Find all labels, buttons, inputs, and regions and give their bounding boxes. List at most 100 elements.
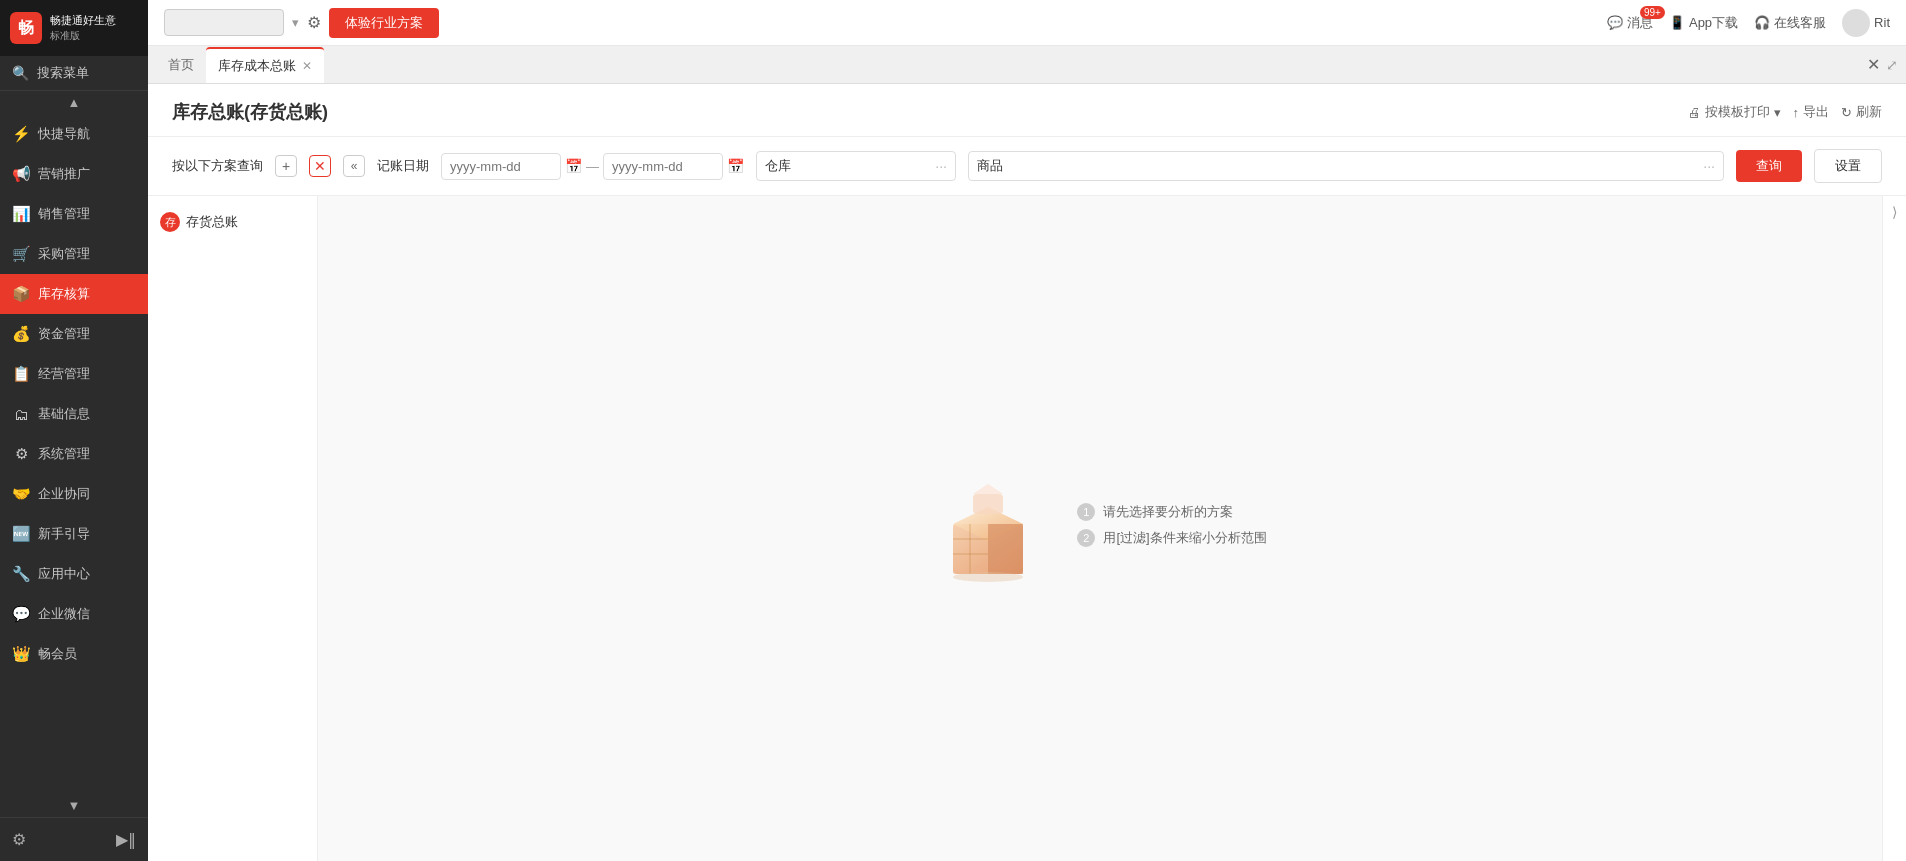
message-icon: 💬 bbox=[1607, 15, 1623, 30]
sidebar-item-label: 快捷导航 bbox=[38, 125, 90, 143]
sidebar-item-sales[interactable]: 📊 销售管理 bbox=[0, 194, 148, 234]
page-title: 库存总账(存货总账) bbox=[172, 100, 328, 124]
quick-nav-icon: ⚡ bbox=[12, 125, 30, 143]
tip-num-2: 2 bbox=[1077, 529, 1095, 547]
sidebar-item-guide[interactable]: 🆕 新手引导 bbox=[0, 514, 148, 554]
calendar-start-icon[interactable]: 📅 bbox=[565, 158, 582, 174]
sidebar-item-apps[interactable]: 🔧 应用中心 bbox=[0, 554, 148, 594]
print-chevron-icon: ▾ bbox=[1774, 105, 1781, 120]
svg-rect-7 bbox=[973, 494, 1003, 514]
phone-icon: 📱 bbox=[1669, 15, 1685, 30]
online-service-label: 在线客服 bbox=[1774, 14, 1826, 32]
sidebar-item-finance[interactable]: 💰 资金管理 bbox=[0, 314, 148, 354]
goods-selector[interactable]: 商品 ··· bbox=[968, 151, 1724, 181]
panel-close-icon[interactable]: ✕ bbox=[1867, 55, 1880, 74]
sidebar-item-quick-nav[interactable]: ⚡ 快捷导航 bbox=[0, 114, 148, 154]
app-download-button[interactable]: 📱 App下载 bbox=[1669, 14, 1738, 32]
sidebar-item-system[interactable]: ⚙ 系统管理 bbox=[0, 434, 148, 474]
industry-solution-button[interactable]: 体验行业方案 bbox=[329, 8, 439, 38]
date-label: 记账日期 bbox=[377, 157, 429, 175]
app-download-label: App下载 bbox=[1689, 14, 1738, 32]
breadcrumb-chevron-icon[interactable]: ▾ bbox=[292, 15, 299, 30]
apps-icon: 🔧 bbox=[12, 565, 30, 583]
scroll-up-btn[interactable]: ▲ bbox=[0, 91, 148, 114]
app-logo: 畅 畅捷通好生意 标准版 bbox=[0, 0, 148, 56]
date-range-input: 📅 — 📅 bbox=[441, 153, 744, 180]
tip-num-1: 1 bbox=[1077, 503, 1095, 521]
date-start-input[interactable] bbox=[441, 153, 561, 180]
search-icon: 🔍 bbox=[12, 65, 29, 81]
breadcrumb-input[interactable] bbox=[164, 9, 284, 36]
refresh-button[interactable]: ↻ 刷新 bbox=[1841, 103, 1882, 121]
tab-inventory-cost[interactable]: 库存成本总账 ✕ bbox=[206, 47, 324, 83]
sidebar-item-label: 营销推广 bbox=[38, 165, 90, 183]
calendar-end-icon[interactable]: 📅 bbox=[727, 158, 744, 174]
settings-button[interactable]: 设置 bbox=[1814, 149, 1882, 183]
tab-close-icon[interactable]: ✕ bbox=[302, 59, 312, 73]
export-button[interactable]: ↑ 导出 bbox=[1793, 103, 1830, 121]
enterprise-icon: 🤝 bbox=[12, 485, 30, 503]
goods-label: 商品 bbox=[977, 157, 1003, 175]
empty-state: 1 请先选择要分析的方案 2 用[过滤]条件来缩小分析范围 bbox=[318, 196, 1882, 861]
system-icon: ⚙ bbox=[12, 445, 30, 463]
settings-footer-icon[interactable]: ⚙ bbox=[12, 830, 26, 849]
scheme-icon: 存 bbox=[160, 212, 180, 232]
sidebar-item-enterprise[interactable]: 🤝 企业协同 bbox=[0, 474, 148, 514]
message-badge: 99+ bbox=[1640, 6, 1665, 19]
sidebar-nav: ⚡ 快捷导航 📢 营销推广 📊 销售管理 🛒 采购管理 📦 库存核算 💰 资金管… bbox=[0, 114, 148, 794]
empty-illustration bbox=[933, 469, 1053, 589]
sidebar-item-basic[interactable]: 🗂 基础信息 bbox=[0, 394, 148, 434]
goods-more-icon[interactable]: ··· bbox=[1703, 158, 1715, 174]
tip-text-2: 用[过滤]条件来缩小分析范围 bbox=[1103, 529, 1266, 547]
sidebar-item-label: 采购管理 bbox=[38, 245, 90, 263]
page-header: 库存总账(存货总账) 🖨 按模板打印 ▾ ↑ 导出 ↻ 刷新 bbox=[148, 84, 1906, 137]
svg-rect-2 bbox=[988, 524, 1023, 574]
messages-button[interactable]: 💬 消息 99+ bbox=[1607, 14, 1653, 32]
sidebar-item-inventory[interactable]: 📦 库存核算 bbox=[0, 274, 148, 314]
sidebar-item-label: 资金管理 bbox=[38, 325, 90, 343]
app-title: 畅捷通好生意 bbox=[50, 13, 116, 28]
filter-add-button[interactable]: + bbox=[275, 155, 297, 177]
right-panel-icon[interactable]: ⟩ bbox=[1892, 204, 1897, 220]
sidebar-item-label: 应用中心 bbox=[38, 565, 90, 583]
avatar bbox=[1842, 9, 1870, 37]
sidebar-item-operation[interactable]: 📋 经营管理 bbox=[0, 354, 148, 394]
filter-label: 按以下方案查询 bbox=[172, 157, 263, 175]
scheme-icon-text: 存 bbox=[165, 215, 176, 230]
scroll-down-btn[interactable]: ▼ bbox=[0, 794, 148, 817]
panel-expand-icon[interactable]: ⤢ bbox=[1886, 57, 1898, 73]
print-icon: 🖨 bbox=[1688, 105, 1701, 120]
username-label: Rit bbox=[1874, 15, 1890, 30]
search-menu[interactable]: 🔍 搜索菜单 bbox=[0, 56, 148, 91]
date-end-input[interactable] bbox=[603, 153, 723, 180]
tip-text-1: 请先选择要分析的方案 bbox=[1103, 503, 1233, 521]
sidebar-item-wechat[interactable]: 💬 企业微信 bbox=[0, 594, 148, 634]
filter-bar: 按以下方案查询 + ✕ « 记账日期 📅 — 📅 仓库 ··· bbox=[148, 137, 1906, 196]
query-button[interactable]: 查询 bbox=[1736, 150, 1802, 182]
user-menu[interactable]: Rit bbox=[1842, 9, 1890, 37]
scheme-item-stock-general[interactable]: 存 存货总账 bbox=[148, 204, 317, 240]
header-settings-button[interactable]: ⚙ bbox=[307, 13, 321, 32]
scheme-label: 存货总账 bbox=[186, 213, 238, 231]
basic-icon: 🗂 bbox=[12, 406, 30, 423]
tab-home[interactable]: 首页 bbox=[156, 48, 206, 82]
svg-point-6 bbox=[953, 572, 1023, 582]
sidebar-item-marketing[interactable]: 📢 营销推广 bbox=[0, 154, 148, 194]
purchase-icon: 🛒 bbox=[12, 245, 30, 263]
header-right: 💬 消息 99+ 📱 App下载 🎧 在线客服 Rit bbox=[1607, 9, 1890, 37]
filter-collapse-button[interactable]: « bbox=[343, 155, 365, 177]
sidebar-item-member[interactable]: 👑 畅会员 bbox=[0, 634, 148, 674]
inventory-icon: 📦 bbox=[12, 285, 30, 303]
sound-icon[interactable]: ▶‖ bbox=[116, 830, 136, 849]
export-icon: ↑ bbox=[1793, 105, 1800, 120]
tip-item-2: 2 用[过滤]条件来缩小分析范围 bbox=[1077, 529, 1266, 547]
online-service-button[interactable]: 🎧 在线客服 bbox=[1754, 14, 1826, 32]
warehouse-selector[interactable]: 仓库 ··· bbox=[756, 151, 956, 181]
finance-icon: 💰 bbox=[12, 325, 30, 343]
operation-icon: 📋 bbox=[12, 365, 30, 383]
sidebar-item-purchase[interactable]: 🛒 采购管理 bbox=[0, 234, 148, 274]
filter-remove-button[interactable]: ✕ bbox=[309, 155, 331, 177]
warehouse-more-icon[interactable]: ··· bbox=[935, 158, 947, 174]
print-button[interactable]: 🖨 按模板打印 ▾ bbox=[1688, 103, 1781, 121]
wechat-icon: 💬 bbox=[12, 605, 30, 623]
